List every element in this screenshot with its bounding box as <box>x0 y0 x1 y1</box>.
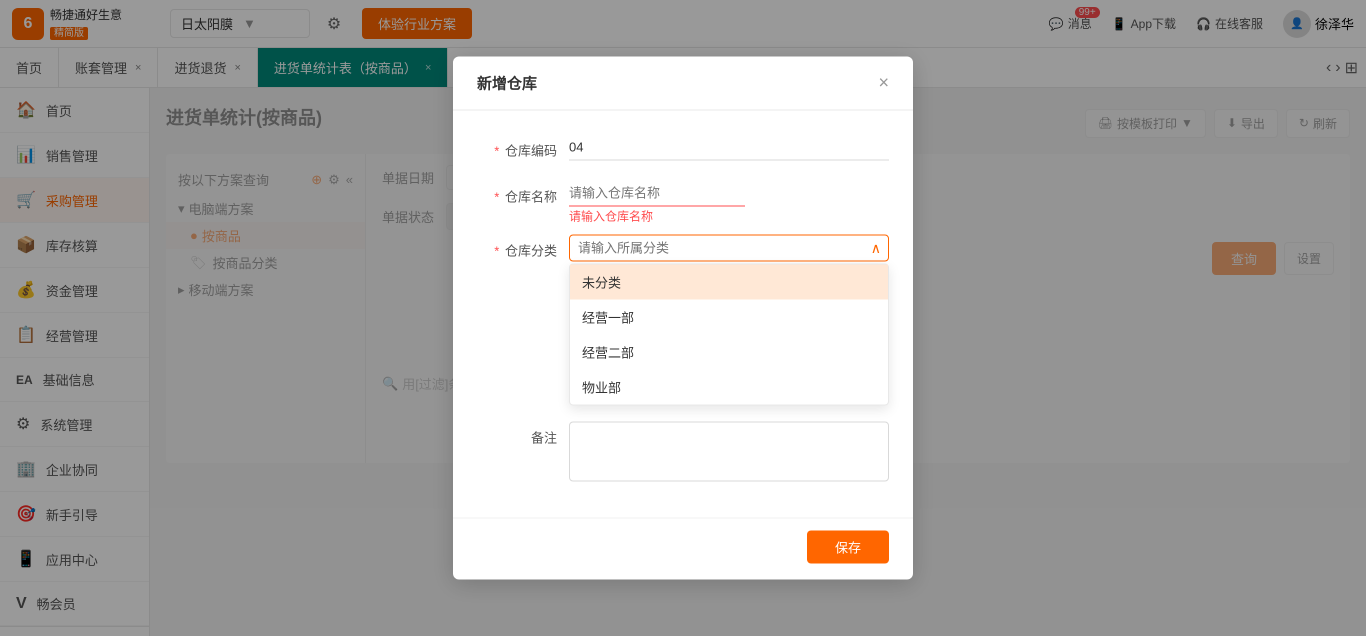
dropdown-item-0[interactable]: 未分类 <box>570 265 888 300</box>
modal-body: * 仓库编码 * 仓库名称 请输入仓库名称 * 仓库分类 ∧ <box>453 111 913 518</box>
notes-label: 备注 <box>477 422 557 447</box>
category-label: * 仓库分类 <box>477 235 557 260</box>
modal-new-warehouse: 新增仓库 × * 仓库编码 * 仓库名称 请输入仓库名称 * <box>453 57 913 580</box>
category-input[interactable] <box>569 235 889 262</box>
category-select-wrap: ∧ 未分类 经营一部 经营二部 物业部 <box>569 235 889 262</box>
notes-field-row: 备注 <box>477 422 889 482</box>
code-label: * 仓库编码 <box>477 135 557 160</box>
dropdown-item-2[interactable]: 经营二部 <box>570 335 888 370</box>
name-label: * 仓库名称 <box>477 181 557 206</box>
name-field-row: * 仓库名称 请输入仓库名称 <box>477 181 889 207</box>
modal-footer: 保存 <box>453 518 913 580</box>
code-input[interactable] <box>569 135 889 161</box>
modal-title: 新增仓库 <box>477 73 537 94</box>
dropdown-item-3[interactable]: 物业部 <box>570 370 888 405</box>
name-error-msg: 请输入仓库名称 <box>569 208 653 225</box>
dropdown-item-1[interactable]: 经营一部 <box>570 300 888 335</box>
modal-header: 新增仓库 × <box>453 57 913 111</box>
category-dropdown: 未分类 经营一部 经营二部 物业部 <box>569 264 889 406</box>
category-field-row: * 仓库分类 ∧ 未分类 经营一部 经营二部 物业部 <box>477 235 889 262</box>
name-input[interactable] <box>569 181 745 207</box>
save-button[interactable]: 保存 <box>807 531 889 564</box>
code-field-row: * 仓库编码 <box>477 135 889 161</box>
modal-close-button[interactable]: × <box>878 73 889 94</box>
notes-textarea[interactable] <box>569 422 889 482</box>
